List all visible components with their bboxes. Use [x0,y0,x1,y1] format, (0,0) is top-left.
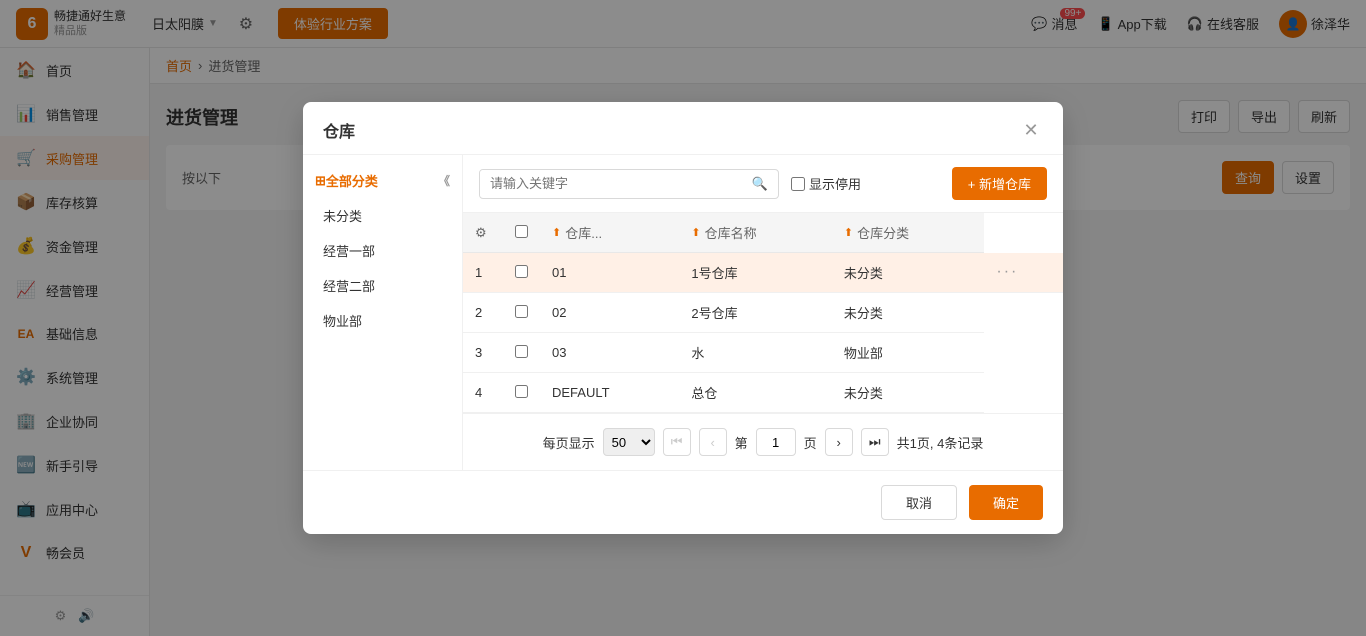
row-category-2: 物业部 [832,333,985,373]
table-row[interactable]: 4 DEFAULT 总仓 未分类 [463,373,1063,413]
table-header-row: ⚙ ⬆ 仓库... [463,213,1063,253]
warehouse-table: ⚙ ⬆ 仓库... [463,213,1063,413]
row-category-3: 未分类 [832,373,985,413]
modal-overlay: 仓库 ✕ ⊞ 全部分类 《 未分类 经营一部 经营二部 [0,0,1366,636]
all-categories-item[interactable]: ⊞ 全部分类 《 [303,163,462,198]
show-disabled-label[interactable]: 显示停用 [791,174,861,193]
select-all-checkbox[interactable] [515,225,528,238]
category-item-3[interactable]: 物业部 [303,303,462,338]
modal-toolbar: 🔍 显示停用 + 新增仓库 [463,155,1063,213]
row-code-3: DEFAULT [540,373,679,413]
category-item-1[interactable]: 经营一部 [303,233,462,268]
table-row[interactable]: 1 01 1号仓库 未分类 ··· [463,253,1063,293]
th-name: ⬆ 仓库名称 [679,213,832,253]
table-row[interactable]: 3 03 水 物业部 [463,333,1063,373]
row-code-2: 03 [540,333,679,373]
warehouse-table-container: ⚙ ⬆ 仓库... [463,213,1063,413]
confirm-button[interactable]: 确定 [969,485,1043,520]
row-num-0: 1 [463,253,503,293]
page-next-button[interactable]: › [825,428,853,456]
row-check-3[interactable] [503,373,540,413]
modal-header: 仓库 ✕ [303,102,1063,155]
th-code: ⬆ 仓库... [540,213,679,253]
cancel-button[interactable]: 取消 [881,485,957,520]
search-icon[interactable]: 🔍 [742,170,778,198]
sort-icon-category: ⬆ [844,226,853,239]
row-category-0: 未分类 [832,253,985,293]
row-code-0: 01 [540,253,679,293]
modal-title: 仓库 [323,118,355,142]
row-check-0[interactable] [503,253,540,293]
modal-category-sidebar: ⊞ 全部分类 《 未分类 经营一部 经营二部 物业部 [303,155,463,470]
per-page-select[interactable]: 50 100 [603,428,655,456]
page-prev-button[interactable]: ‹ [699,428,727,456]
page-last-button[interactable]: ⏭ [861,428,889,456]
modal-body: ⊞ 全部分类 《 未分类 经营一部 经营二部 物业部 [303,155,1063,470]
row-num-3: 4 [463,373,503,413]
page-number-input[interactable] [756,428,796,456]
row-category-1: 未分类 [832,293,985,333]
table-body: 1 01 1号仓库 未分类 ··· 2 02 2号仓库 未分类 3 03 水 物… [463,253,1063,413]
row-name-2: 水 [679,333,832,373]
category-item-2[interactable]: 经营二部 [303,268,462,303]
sort-icon-name: ⬆ [691,226,700,239]
row-name-3: 总仓 [679,373,832,413]
search-input[interactable] [480,170,742,197]
modal-close-button[interactable]: ✕ [1019,118,1043,142]
row-code-1: 02 [540,293,679,333]
add-warehouse-button[interactable]: + 新增仓库 [952,167,1047,200]
th-check [503,213,540,253]
page-first-button[interactable]: ⏮ [663,428,691,456]
row-check-1[interactable] [503,293,540,333]
row-name-1: 2号仓库 [679,293,832,333]
row-check-2[interactable] [503,333,540,373]
category-item-0[interactable]: 未分类 [303,198,462,233]
row-name-0: 1号仓库 [679,253,832,293]
th-gear: ⚙ [463,213,503,253]
table-row[interactable]: 2 02 2号仓库 未分类 [463,293,1063,333]
row-more-icon[interactable]: ··· [996,263,1018,280]
search-box: 🔍 [479,169,779,199]
th-category: ⬆ 仓库分类 [832,213,985,253]
modal-footer: 取消 确定 [303,470,1063,534]
pagination: 每页显示 50 100 ⏮ ‹ 第 页 › ⏭ 共1页, 4条记录 [463,413,1063,470]
warehouse-modal: 仓库 ✕ ⊞ 全部分类 《 未分类 经营一部 经营二部 [303,102,1063,534]
collapse-icon: 《 [438,172,450,189]
show-disabled-checkbox[interactable] [791,177,805,191]
grid-icon: ⊞ [315,173,326,189]
modal-right-content: 🔍 显示停用 + 新增仓库 ⚙ [463,155,1063,470]
row-actions-0[interactable]: ··· [984,253,1063,293]
sort-icon-code: ⬆ [552,226,561,239]
row-num-1: 2 [463,293,503,333]
row-num-2: 3 [463,333,503,373]
